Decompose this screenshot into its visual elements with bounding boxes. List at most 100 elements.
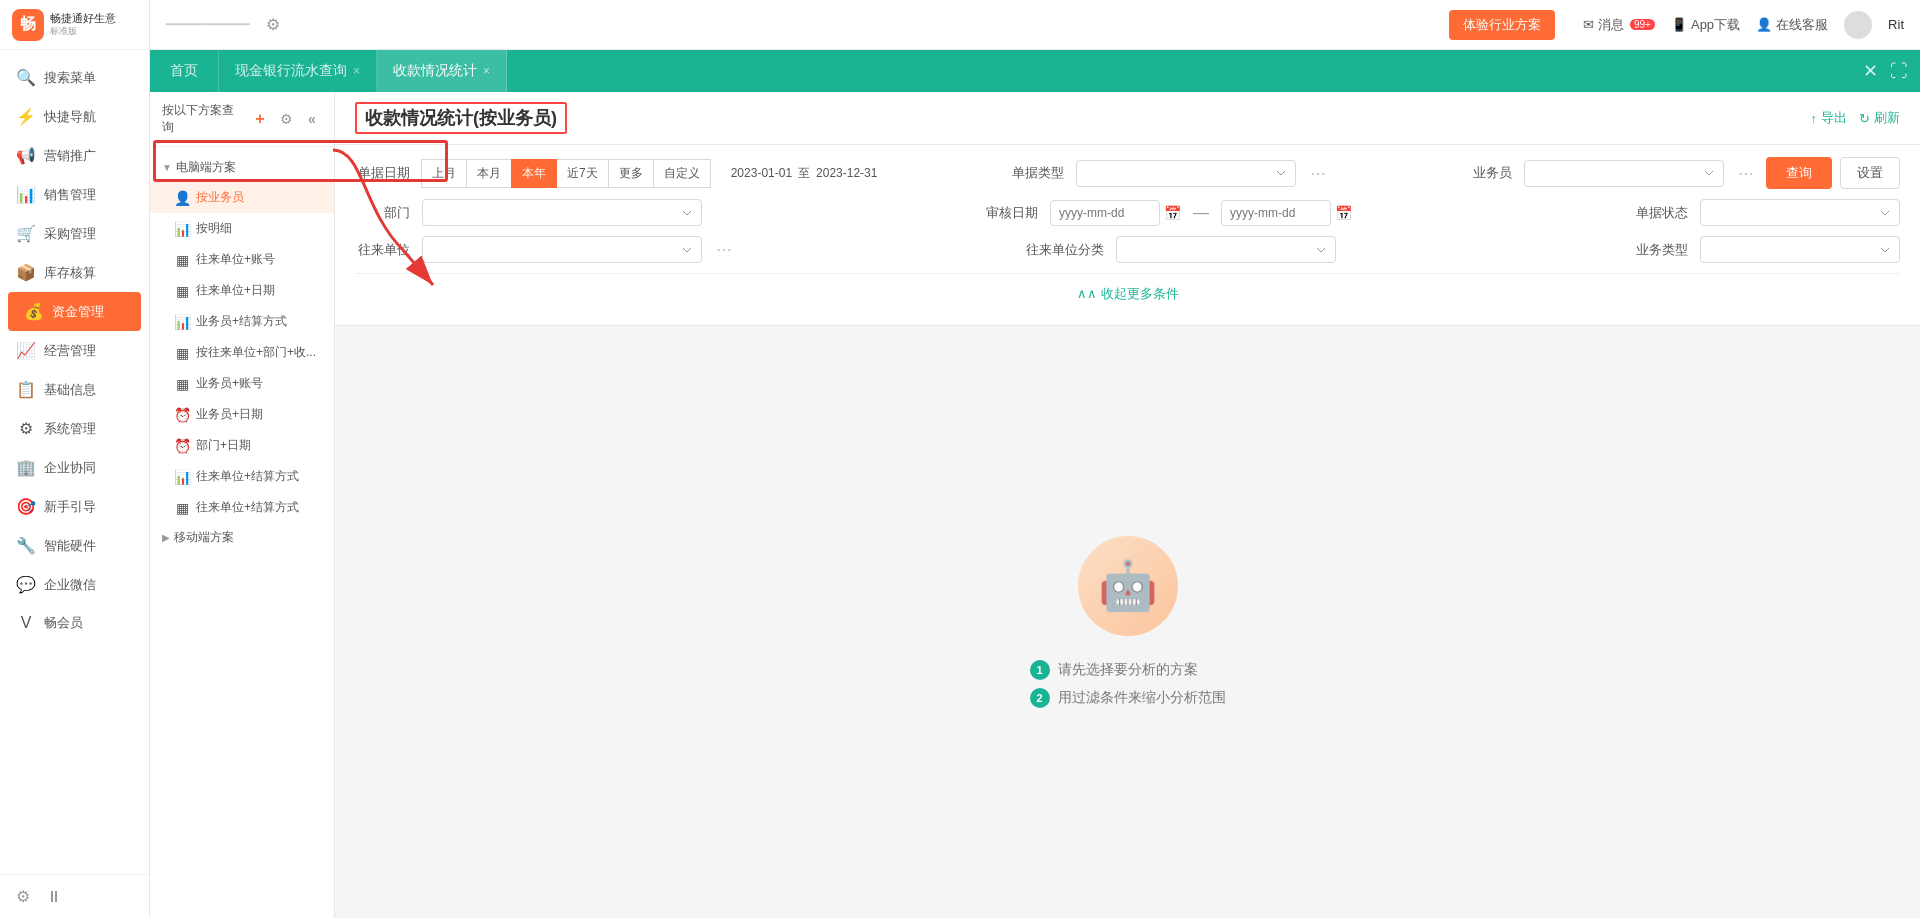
online-service-button[interactable]: 👤 在线客服 bbox=[1756, 16, 1828, 34]
left-panel-title: 按以下方案查询 bbox=[162, 102, 242, 136]
sidebar-item-quicknav[interactable]: ⚡ 快捷导航 bbox=[0, 97, 149, 136]
scheme-button[interactable]: 体验行业方案 bbox=[1449, 10, 1555, 40]
avatar[interactable] bbox=[1844, 11, 1872, 39]
tree-item-staff-account[interactable]: ▦ 业务员+账号 bbox=[150, 368, 334, 399]
collapse-row: ∧∧ 收起更多条件 bbox=[355, 273, 1900, 313]
sidebar-item-sales[interactable]: 📊 销售管理 bbox=[0, 175, 149, 214]
app-download-button[interactable]: 📱 App下载 bbox=[1671, 16, 1740, 34]
tab-collection[interactable]: 收款情况统计 × bbox=[377, 50, 507, 92]
sidebar-item-inventory[interactable]: 📦 库存核算 bbox=[0, 253, 149, 292]
date-tab-7days[interactable]: 近7天 bbox=[556, 159, 609, 188]
tree-item-by-detail[interactable]: 📊 按明细 bbox=[150, 213, 334, 244]
right-content: 收款情况统计(按业务员) ↑ 导出 ↻ 刷新 单据日期 bbox=[335, 92, 1920, 918]
table2-icon: ▦ bbox=[174, 345, 190, 361]
message-icon: ✉ bbox=[1583, 17, 1594, 32]
sidebar: 畅 畅捷通好生意 标准版 🔍 搜索菜单 ⚡ 快捷导航 📢 营销推广 📊 销售管理… bbox=[0, 0, 150, 918]
finance-icon: 💰 bbox=[24, 302, 44, 321]
cal1-icon[interactable]: 📅 bbox=[1164, 205, 1181, 221]
topbar-gear-icon[interactable]: ⚙ bbox=[266, 15, 280, 34]
content-area: 🤖 1 请先选择要分析的方案 2 用过滤条件来缩小分析范围 bbox=[335, 326, 1920, 919]
sidebar-item-system[interactable]: ⚙ 系统管理 bbox=[0, 409, 149, 448]
tabbar-close-all-icon[interactable]: ✕ bbox=[1863, 60, 1878, 82]
page-content: 按以下方案查询 + ⚙ « ▼ 电脑端方案 👤 按业务员 📊 bbox=[150, 92, 1920, 918]
doctype-select[interactable] bbox=[1076, 160, 1296, 187]
tabbar-expand-icon[interactable]: ⛶ bbox=[1890, 61, 1908, 82]
partner-more-icon[interactable]: ⋯ bbox=[716, 240, 732, 259]
bottom-settings-icon[interactable]: ⚙ bbox=[16, 887, 30, 906]
message-button[interactable]: ✉ 消息 99+ bbox=[1583, 16, 1655, 34]
app-icon: 📱 bbox=[1671, 17, 1687, 32]
tab-collection-close[interactable]: × bbox=[483, 64, 490, 78]
sidebar-item-finance[interactable]: 💰 资金管理 bbox=[8, 292, 141, 331]
cal2-icon[interactable]: 📅 bbox=[1335, 205, 1352, 221]
basic-icon: 📋 bbox=[16, 380, 36, 399]
add-scheme-button[interactable]: + bbox=[250, 109, 270, 129]
tree-item-staff-date[interactable]: ⏰ 业务员+日期 bbox=[150, 399, 334, 430]
filter-row-2: 部门 审核日期 📅 — 📅 单据状 bbox=[355, 199, 1900, 226]
doctype-more-icon[interactable]: ⋯ bbox=[1310, 164, 1326, 183]
docstatus-label: 单据状态 bbox=[1628, 204, 1688, 222]
date-tab-thisyear[interactable]: 本年 bbox=[511, 159, 557, 188]
settings-scheme-button[interactable]: ⚙ bbox=[276, 109, 296, 129]
sidebar-item-purchase[interactable]: 🛒 采购管理 bbox=[0, 214, 149, 253]
settings-button[interactable]: 设置 bbox=[1840, 157, 1900, 189]
review-date-to-input[interactable] bbox=[1221, 200, 1331, 226]
sidebar-nav: 🔍 搜索菜单 ⚡ 快捷导航 📢 营销推广 📊 销售管理 🛒 采购管理 📦 库存核… bbox=[0, 50, 149, 874]
step-1-num: 1 bbox=[1030, 660, 1050, 680]
sidebar-item-hardware[interactable]: 🔧 智能硬件 bbox=[0, 526, 149, 565]
detail-icon: 📊 bbox=[174, 221, 190, 237]
date-label: 单据日期 bbox=[355, 164, 410, 182]
partner-select[interactable] bbox=[422, 236, 702, 263]
tree-item-partner-date[interactable]: ▦ 往来单位+日期 bbox=[150, 275, 334, 306]
filter-row-1: 单据日期 上月 本月 本年 近7天 更多 自定义 2023-01-01 至 20… bbox=[355, 157, 1900, 189]
sidebar-item-marketing[interactable]: 📢 营销推广 bbox=[0, 136, 149, 175]
collapse-panel-button[interactable]: « bbox=[302, 109, 322, 129]
clock-icon: ⏰ bbox=[174, 407, 190, 423]
tab-home[interactable]: 首页 bbox=[150, 50, 219, 92]
query-button[interactable]: 查询 bbox=[1766, 157, 1832, 189]
biztype-select[interactable] bbox=[1700, 236, 1900, 263]
grid-icon: ▦ bbox=[174, 252, 190, 268]
sidebar-item-basic[interactable]: 📋 基础信息 bbox=[0, 370, 149, 409]
tab-cashflow-close[interactable]: × bbox=[353, 64, 360, 78]
review-date-from-wrap: 📅 bbox=[1050, 200, 1181, 226]
chart-icon: 📊 bbox=[174, 314, 190, 330]
bottom-collapse-icon[interactable]: ⏸ bbox=[46, 888, 62, 906]
purchase-icon: 🛒 bbox=[16, 224, 36, 243]
collapse-button[interactable]: ∧∧ 收起更多条件 bbox=[1077, 285, 1179, 303]
dept-select[interactable] bbox=[422, 199, 702, 226]
date-tab-thismonth[interactable]: 本月 bbox=[466, 159, 512, 188]
username: Rit bbox=[1888, 17, 1904, 32]
sidebar-item-guide[interactable]: 🎯 新手引导 bbox=[0, 487, 149, 526]
date-tab-custom[interactable]: 自定义 bbox=[653, 159, 711, 188]
review-date-from-input[interactable] bbox=[1050, 200, 1160, 226]
partner-cat-select[interactable] bbox=[1116, 236, 1336, 263]
tree-item-partner-settle1[interactable]: 📊 往来单位+结算方式 bbox=[150, 461, 334, 492]
date-from: 2023-01-01 bbox=[731, 166, 792, 180]
breadcrumb-gray-bar: ━━━━━━━━━━━━ bbox=[166, 18, 250, 31]
tree-group-mobile[interactable]: ▶ 移动端方案 bbox=[150, 523, 334, 552]
sidebar-item-search[interactable]: 🔍 搜索菜单 bbox=[0, 58, 149, 97]
tree-item-staff-settle[interactable]: 📊 业务员+结算方式 bbox=[150, 306, 334, 337]
logo-icon: 畅 bbox=[12, 9, 44, 41]
sidebar-item-operations[interactable]: 📈 经营管理 bbox=[0, 331, 149, 370]
date-tab-lastmonth[interactable]: 上月 bbox=[421, 159, 467, 188]
tree-item-partner-dept[interactable]: ▦ 按往来单位+部门+收... bbox=[150, 337, 334, 368]
tree-group-desktop[interactable]: ▼ 电脑端方案 bbox=[150, 153, 334, 182]
staff-more-icon[interactable]: ⋯ bbox=[1738, 164, 1754, 183]
sidebar-item-corp[interactable]: 🏢 企业协同 bbox=[0, 448, 149, 487]
topbar-right: ✉ 消息 99+ 📱 App下载 👤 在线客服 Rit bbox=[1583, 11, 1904, 39]
tree-item-partner-settle2[interactable]: ▦ 往来单位+结算方式 bbox=[150, 492, 334, 523]
date-tab-group: 上月 本月 本年 近7天 更多 自定义 bbox=[422, 159, 711, 188]
tab-cashflow[interactable]: 现金银行流水查询 × bbox=[219, 50, 377, 92]
sidebar-item-member[interactable]: V 畅会员 bbox=[0, 604, 149, 642]
tree-item-by-staff[interactable]: 👤 按业务员 bbox=[150, 182, 334, 213]
staff-select[interactable] bbox=[1524, 160, 1724, 187]
tree-item-partner-account[interactable]: ▦ 往来单位+账号 bbox=[150, 244, 334, 275]
refresh-button[interactable]: ↻ 刷新 bbox=[1859, 109, 1900, 127]
docstatus-select[interactable] bbox=[1700, 199, 1900, 226]
sidebar-item-wechat[interactable]: 💬 企业微信 bbox=[0, 565, 149, 604]
date-tab-more[interactable]: 更多 bbox=[608, 159, 654, 188]
tree-item-dept-date[interactable]: ⏰ 部门+日期 bbox=[150, 430, 334, 461]
export-button[interactable]: ↑ 导出 bbox=[1811, 109, 1848, 127]
